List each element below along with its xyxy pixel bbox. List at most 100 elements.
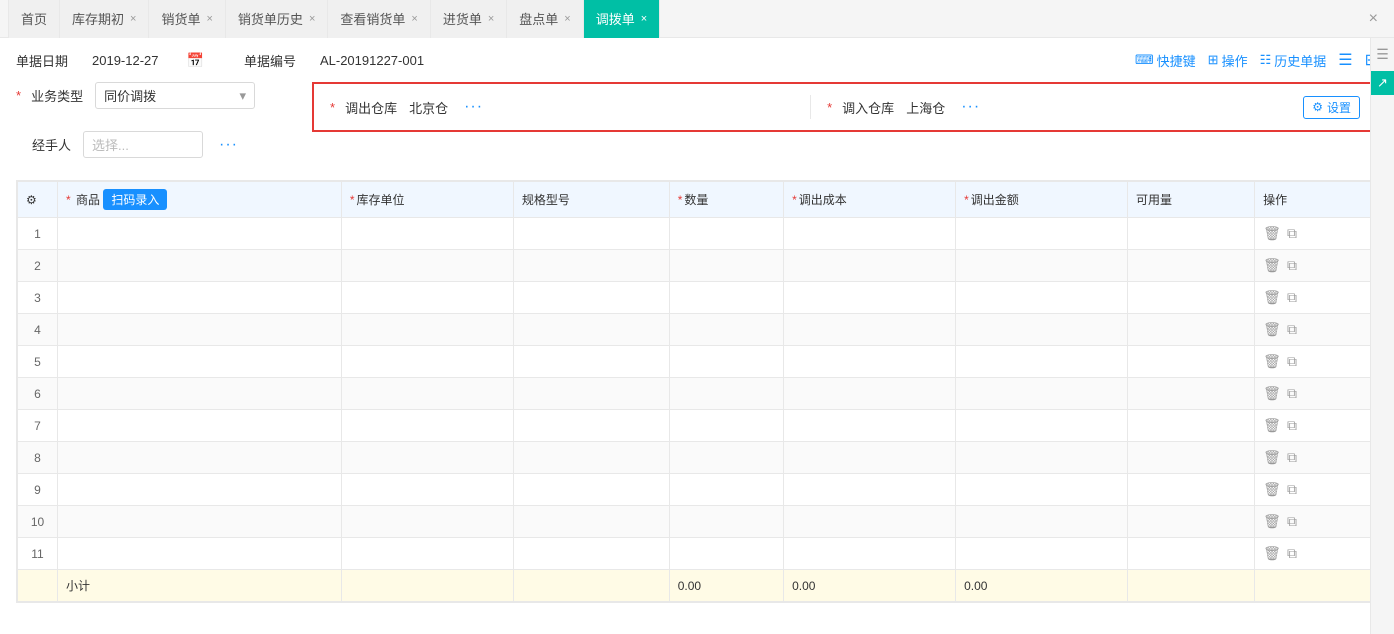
tab-close-inventory-init[interactable]: × bbox=[130, 13, 136, 25]
copy-icon[interactable]: ⧉ bbox=[1287, 449, 1297, 466]
cell-amount[interactable] bbox=[956, 314, 1128, 346]
warehouse-out-value[interactable]: 北京仓 bbox=[409, 98, 448, 117]
cell-spec[interactable] bbox=[513, 250, 669, 282]
tab-home[interactable]: 首页 bbox=[8, 0, 60, 38]
cell-qty[interactable] bbox=[669, 250, 783, 282]
delete-icon[interactable]: 🗑 bbox=[1263, 417, 1281, 434]
cell-spec[interactable] bbox=[513, 218, 669, 250]
cell-unit[interactable] bbox=[341, 218, 513, 250]
cell-available[interactable] bbox=[1128, 410, 1255, 442]
cell-available[interactable] bbox=[1128, 314, 1255, 346]
delete-icon[interactable]: 🗑 bbox=[1263, 289, 1281, 306]
copy-icon[interactable]: ⧉ bbox=[1287, 385, 1297, 402]
tab-sales-history[interactable]: 销货单历史 × bbox=[226, 0, 328, 38]
cell-cost[interactable] bbox=[784, 442, 956, 474]
cell-unit[interactable] bbox=[341, 282, 513, 314]
cell-amount[interactable] bbox=[956, 538, 1128, 570]
gear-icon[interactable]: ⚙ bbox=[26, 193, 37, 207]
tab-stocktake[interactable]: 盘点单 × bbox=[507, 0, 583, 38]
copy-icon[interactable]: ⧉ bbox=[1287, 481, 1297, 498]
cell-cost[interactable] bbox=[784, 346, 956, 378]
shortcuts-btn[interactable]: ⌨ 快捷键 bbox=[1135, 51, 1196, 70]
tab-close-transfer[interactable]: × bbox=[641, 13, 647, 25]
cell-cost[interactable] bbox=[784, 538, 956, 570]
tab-view-sales[interactable]: 查看销货单 × bbox=[328, 0, 430, 38]
cell-product[interactable] bbox=[58, 346, 342, 378]
warehouse-in-more-btn[interactable]: ··· bbox=[961, 98, 980, 116]
cell-qty[interactable] bbox=[669, 506, 783, 538]
cell-amount[interactable] bbox=[956, 282, 1128, 314]
copy-icon[interactable]: ⧉ bbox=[1287, 513, 1297, 530]
delete-icon[interactable]: 🗑 bbox=[1263, 481, 1281, 498]
cell-unit[interactable] bbox=[341, 474, 513, 506]
copy-icon[interactable]: ⧉ bbox=[1287, 545, 1297, 562]
tab-close-purchase[interactable]: × bbox=[488, 13, 494, 25]
cell-available[interactable] bbox=[1128, 218, 1255, 250]
delete-icon[interactable]: 🗑 bbox=[1263, 321, 1281, 338]
person-more-btn[interactable]: ··· bbox=[219, 136, 238, 154]
tab-close-view-sales[interactable]: × bbox=[411, 13, 417, 25]
cell-product[interactable] bbox=[58, 410, 342, 442]
cell-amount[interactable] bbox=[956, 410, 1128, 442]
delete-icon[interactable]: 🗑 bbox=[1263, 513, 1281, 530]
cell-unit[interactable] bbox=[341, 442, 513, 474]
cell-product[interactable] bbox=[58, 314, 342, 346]
cell-product[interactable] bbox=[58, 538, 342, 570]
copy-icon[interactable]: ⧉ bbox=[1287, 353, 1297, 370]
cell-spec[interactable] bbox=[513, 442, 669, 474]
operations-btn[interactable]: ⊞ 操作 bbox=[1208, 51, 1248, 70]
cell-product[interactable] bbox=[58, 250, 342, 282]
cell-product[interactable] bbox=[58, 506, 342, 538]
settings-button[interactable]: ⚙ 设置 bbox=[1303, 96, 1360, 119]
cell-cost[interactable] bbox=[784, 282, 956, 314]
cell-cost[interactable] bbox=[784, 314, 956, 346]
date-value[interactable]: 2019-12-27 bbox=[92, 53, 159, 68]
cell-amount[interactable] bbox=[956, 442, 1128, 474]
delete-icon[interactable]: 🗑 bbox=[1263, 225, 1281, 242]
cell-spec[interactable] bbox=[513, 346, 669, 378]
cell-qty[interactable] bbox=[669, 218, 783, 250]
cell-amount[interactable] bbox=[956, 506, 1128, 538]
scan-button[interactable]: 扫码录入 bbox=[103, 189, 167, 210]
cell-product[interactable] bbox=[58, 378, 342, 410]
tab-close-sales-history[interactable]: × bbox=[309, 13, 315, 25]
delete-icon[interactable]: 🗑 bbox=[1263, 353, 1281, 370]
calendar-icon[interactable]: 📅 bbox=[187, 52, 204, 69]
delete-icon[interactable]: 🗑 bbox=[1263, 449, 1281, 466]
cell-available[interactable] bbox=[1128, 506, 1255, 538]
cell-available[interactable] bbox=[1128, 346, 1255, 378]
cell-spec[interactable] bbox=[513, 314, 669, 346]
tab-close-stocktake[interactable]: × bbox=[564, 13, 570, 25]
copy-icon[interactable]: ⧉ bbox=[1287, 225, 1297, 242]
warehouse-out-more-btn[interactable]: ··· bbox=[464, 98, 483, 116]
cell-qty[interactable] bbox=[669, 346, 783, 378]
tab-transfer[interactable]: 调拨单 × bbox=[584, 0, 660, 38]
cell-cost[interactable] bbox=[784, 474, 956, 506]
sidebar-expand-icon[interactable]: ↗ bbox=[1371, 71, 1394, 95]
cell-product[interactable] bbox=[58, 474, 342, 506]
cell-cost[interactable] bbox=[784, 218, 956, 250]
cell-spec[interactable] bbox=[513, 378, 669, 410]
cell-spec[interactable] bbox=[513, 506, 669, 538]
business-type-select[interactable]: 同价调拨 ▾ bbox=[95, 82, 255, 109]
cell-amount[interactable] bbox=[956, 378, 1128, 410]
cell-product[interactable] bbox=[58, 442, 342, 474]
cell-cost[interactable] bbox=[784, 250, 956, 282]
cell-spec[interactable] bbox=[513, 282, 669, 314]
cell-qty[interactable] bbox=[669, 282, 783, 314]
cell-qty[interactable] bbox=[669, 442, 783, 474]
cell-amount[interactable] bbox=[956, 218, 1128, 250]
cell-cost[interactable] bbox=[784, 378, 956, 410]
cell-spec[interactable] bbox=[513, 410, 669, 442]
cell-cost[interactable] bbox=[784, 506, 956, 538]
cell-unit[interactable] bbox=[341, 506, 513, 538]
cell-spec[interactable] bbox=[513, 538, 669, 570]
cell-amount[interactable] bbox=[956, 474, 1128, 506]
delete-icon[interactable]: 🗑 bbox=[1263, 545, 1281, 562]
cell-amount[interactable] bbox=[956, 346, 1128, 378]
cell-unit[interactable] bbox=[341, 410, 513, 442]
sidebar-notes-icon[interactable]: ☰ bbox=[1376, 46, 1389, 63]
person-select[interactable]: 选择... bbox=[83, 131, 203, 158]
tab-inventory-init[interactable]: 库存期初 × bbox=[60, 0, 149, 38]
cell-spec[interactable] bbox=[513, 474, 669, 506]
